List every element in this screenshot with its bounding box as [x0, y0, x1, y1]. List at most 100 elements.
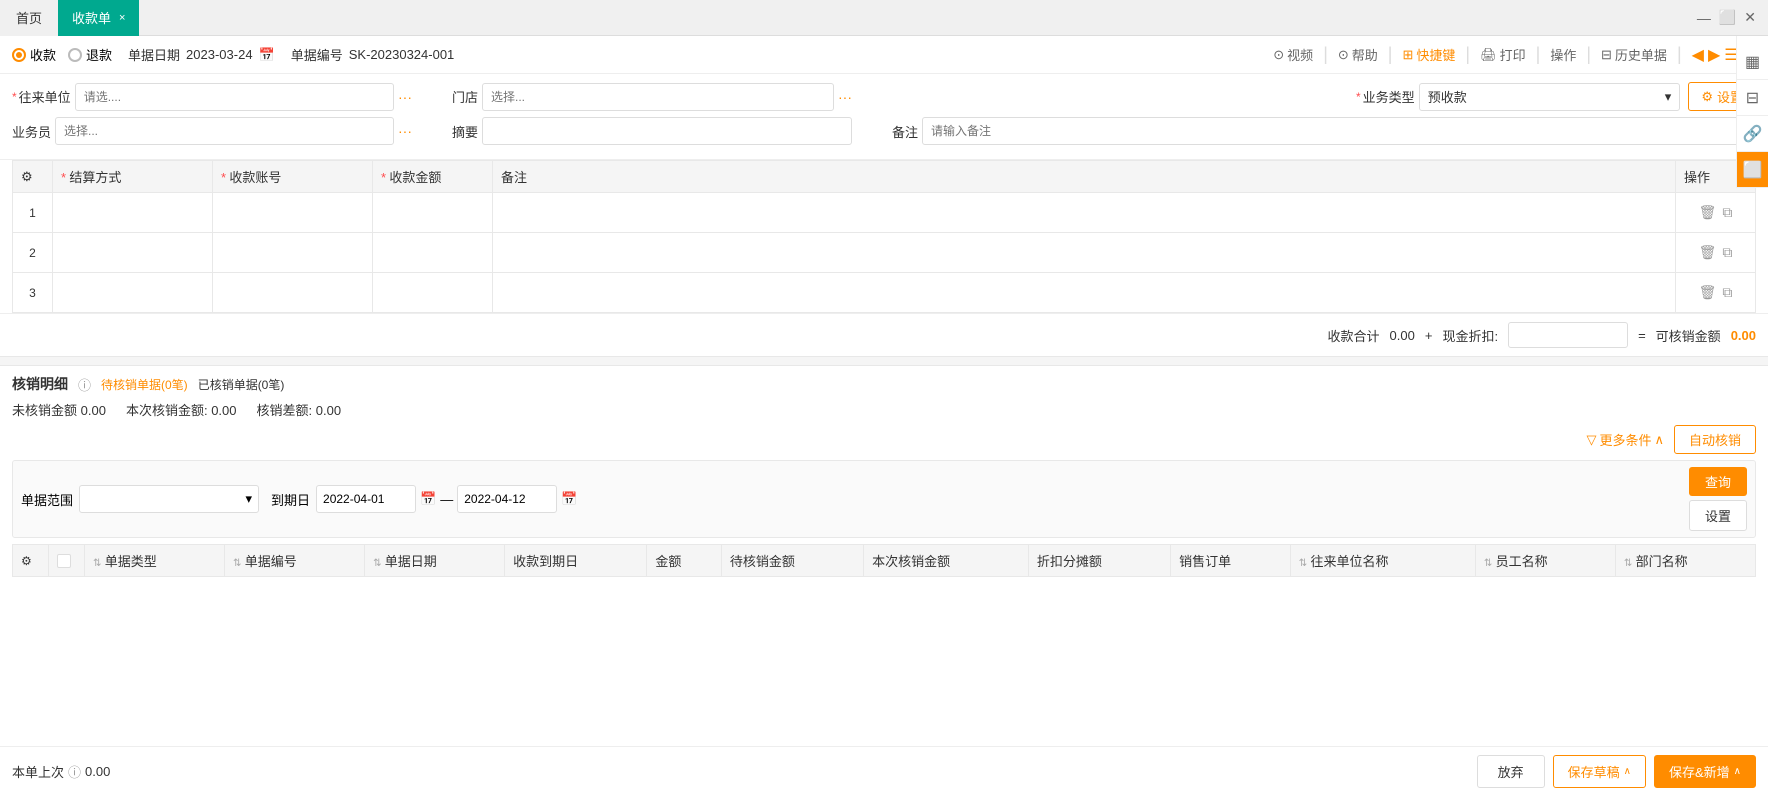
col-pending-header: 待核销金额: [721, 545, 863, 577]
counterparty-label: 往来单位: [19, 87, 71, 106]
more-conditions-btn[interactable]: ▽ 更多条件 ∧: [1586, 430, 1664, 449]
nav-prev-icon[interactable]: ◀: [1692, 45, 1704, 65]
gear-icon: ⚙: [1701, 89, 1713, 105]
row-3-account[interactable]: [213, 273, 373, 313]
range-select[interactable]: ▾: [79, 485, 259, 513]
due-label: 到期日: [271, 490, 310, 509]
row-1-delete-icon[interactable]: 🗑: [1699, 204, 1717, 221]
row-1-remark[interactable]: [493, 193, 1676, 233]
date-start-input[interactable]: [316, 485, 416, 513]
col-gear-header[interactable]: ⚙: [13, 545, 49, 577]
calendar-start-icon[interactable]: 📅: [420, 491, 436, 507]
row-2-remark[interactable]: [493, 233, 1676, 273]
pending-tab[interactable]: 待核销单据(0笔): [101, 376, 188, 393]
help-icon: ⊙: [1338, 47, 1349, 63]
business-type-value: 预收款: [1428, 87, 1467, 106]
window-restore-icon[interactable]: ⬜: [1719, 9, 1736, 26]
row-2-copy-icon[interactable]: ⧉: [1722, 244, 1732, 261]
sidebar-expand-icon[interactable]: ⬜: [1737, 152, 1768, 188]
col-date-header: ⇅ 单据日期: [365, 545, 505, 577]
calendar-end-icon[interactable]: 📅: [561, 491, 577, 507]
help-btn[interactable]: ⊙ 帮助: [1338, 45, 1378, 64]
sidebar-list-icon[interactable]: ⊟: [1737, 80, 1768, 116]
counterparty-input[interactable]: [75, 83, 394, 111]
date-range: 📅 — 📅: [316, 485, 577, 513]
store-input[interactable]: [482, 83, 834, 111]
row-1-settlement[interactable]: [53, 193, 213, 233]
save-new-label: 保存&新增: [1669, 762, 1730, 781]
row-2-account[interactable]: [213, 233, 373, 273]
toolbar-right: ⊙ 视频 | ⊙ 帮助 | ⊞ 快捷键 | 🖨 打印 | 操作 |: [1273, 44, 1756, 65]
row-3-settlement[interactable]: [53, 273, 213, 313]
history-icon: ⊟: [1601, 47, 1612, 63]
col-settlement-header: * 结算方式: [53, 161, 213, 193]
col-action-label: 操作: [1684, 170, 1710, 185]
table-row: 3 🗑 ⧉: [13, 273, 1756, 313]
calendar-icon[interactable]: 📅: [259, 47, 275, 63]
staff-input[interactable]: [55, 117, 394, 145]
discount-input[interactable]: [1508, 322, 1628, 348]
filter-buttons: 查询 设置: [1689, 467, 1747, 531]
row-3-delete-icon[interactable]: 🗑: [1699, 284, 1717, 301]
abandon-button[interactable]: 放弃: [1477, 755, 1545, 788]
col-type-label: 单据类型: [105, 554, 157, 569]
row-1-account[interactable]: [213, 193, 373, 233]
video-btn[interactable]: ⊙ 视频: [1273, 45, 1313, 64]
counterparty-more-btn[interactable]: ···: [398, 89, 412, 105]
row-2-amount[interactable]: [373, 233, 493, 273]
tab-active[interactable]: 收款单 ×: [58, 0, 139, 36]
tab-close-icon[interactable]: ×: [119, 12, 125, 24]
filter-settings-button[interactable]: 设置: [1689, 500, 1747, 531]
business-type-select[interactable]: 预收款 ▾: [1419, 83, 1681, 111]
window-minimize-icon[interactable]: —: [1697, 10, 1711, 26]
operate-btn[interactable]: 操作: [1550, 45, 1576, 64]
date-label: 单据日期: [128, 45, 180, 64]
done-tab[interactable]: 已核销单据(0笔): [198, 376, 285, 393]
shortcut-btn[interactable]: ⊞ 快捷键: [1402, 45, 1455, 64]
history-label: 历史单据: [1615, 45, 1667, 64]
col-amount-header: 金额: [647, 545, 722, 577]
save-new-button[interactable]: 保存&新增 ∧: [1654, 755, 1756, 788]
tab-active-label: 收款单: [72, 8, 111, 27]
writeoff-info-icon[interactable]: ⓘ: [78, 375, 91, 394]
row-2-settlement[interactable]: [53, 233, 213, 273]
date-end-input[interactable]: [457, 485, 557, 513]
window-close-icon[interactable]: ✕: [1744, 9, 1756, 26]
col-number-header: ⇅ 单据编号: [225, 545, 365, 577]
row-1-amount[interactable]: [373, 193, 493, 233]
col-settings-header[interactable]: ⚙: [13, 161, 53, 193]
business-type-field: * 业务类型 预收款 ▾ ⚙ 设置: [1356, 82, 1756, 111]
col-date-label: 单据日期: [385, 554, 437, 569]
footer: 本单上次 ⓘ 0.00 放弃 保存草稿 ∧ 保存&新增 ∧: [0, 746, 1768, 796]
sidebar-link-icon[interactable]: 🔗: [1737, 116, 1768, 152]
auto-writeoff-button[interactable]: 自动核销: [1674, 425, 1756, 454]
nav-next-icon[interactable]: ▶: [1708, 45, 1720, 65]
tab-home[interactable]: 首页: [0, 0, 58, 36]
shortcut-icon: ⊞: [1402, 47, 1413, 63]
section-divider: [0, 356, 1768, 366]
radio-refund[interactable]: 退款: [68, 45, 112, 64]
staff-more-btn[interactable]: ···: [398, 123, 412, 139]
print-btn[interactable]: 🖨 打印: [1480, 45, 1526, 64]
col-check-header[interactable]: [49, 545, 85, 577]
col-due-date-header: 收款到期日: [505, 545, 647, 577]
radio-receive[interactable]: 收款: [12, 45, 56, 64]
row-3-amount[interactable]: [373, 273, 493, 313]
remark-input[interactable]: [922, 117, 1756, 145]
row-1-copy-icon[interactable]: ⧉: [1722, 204, 1732, 221]
form-row-2: 业务员 ··· 摘要 备注: [12, 117, 1756, 145]
store-more-btn[interactable]: ···: [838, 89, 852, 105]
row-2-delete-icon[interactable]: 🗑: [1699, 244, 1717, 261]
summary-input[interactable]: [482, 117, 852, 145]
col-remark-header: 备注: [493, 161, 1676, 193]
row-3-remark[interactable]: [493, 273, 1676, 313]
header-checkbox[interactable]: [57, 554, 71, 568]
video-label: 视频: [1287, 45, 1313, 64]
history-btn[interactable]: ⊟ 历史单据: [1601, 45, 1667, 64]
query-button[interactable]: 查询: [1689, 467, 1747, 496]
row-3-action: 🗑 ⧉: [1676, 273, 1756, 313]
sidebar-table-icon[interactable]: ▦: [1737, 44, 1768, 80]
save-draft-button[interactable]: 保存草稿 ∧: [1553, 755, 1646, 788]
date-separator: —: [440, 492, 453, 507]
row-3-copy-icon[interactable]: ⧉: [1722, 284, 1732, 301]
